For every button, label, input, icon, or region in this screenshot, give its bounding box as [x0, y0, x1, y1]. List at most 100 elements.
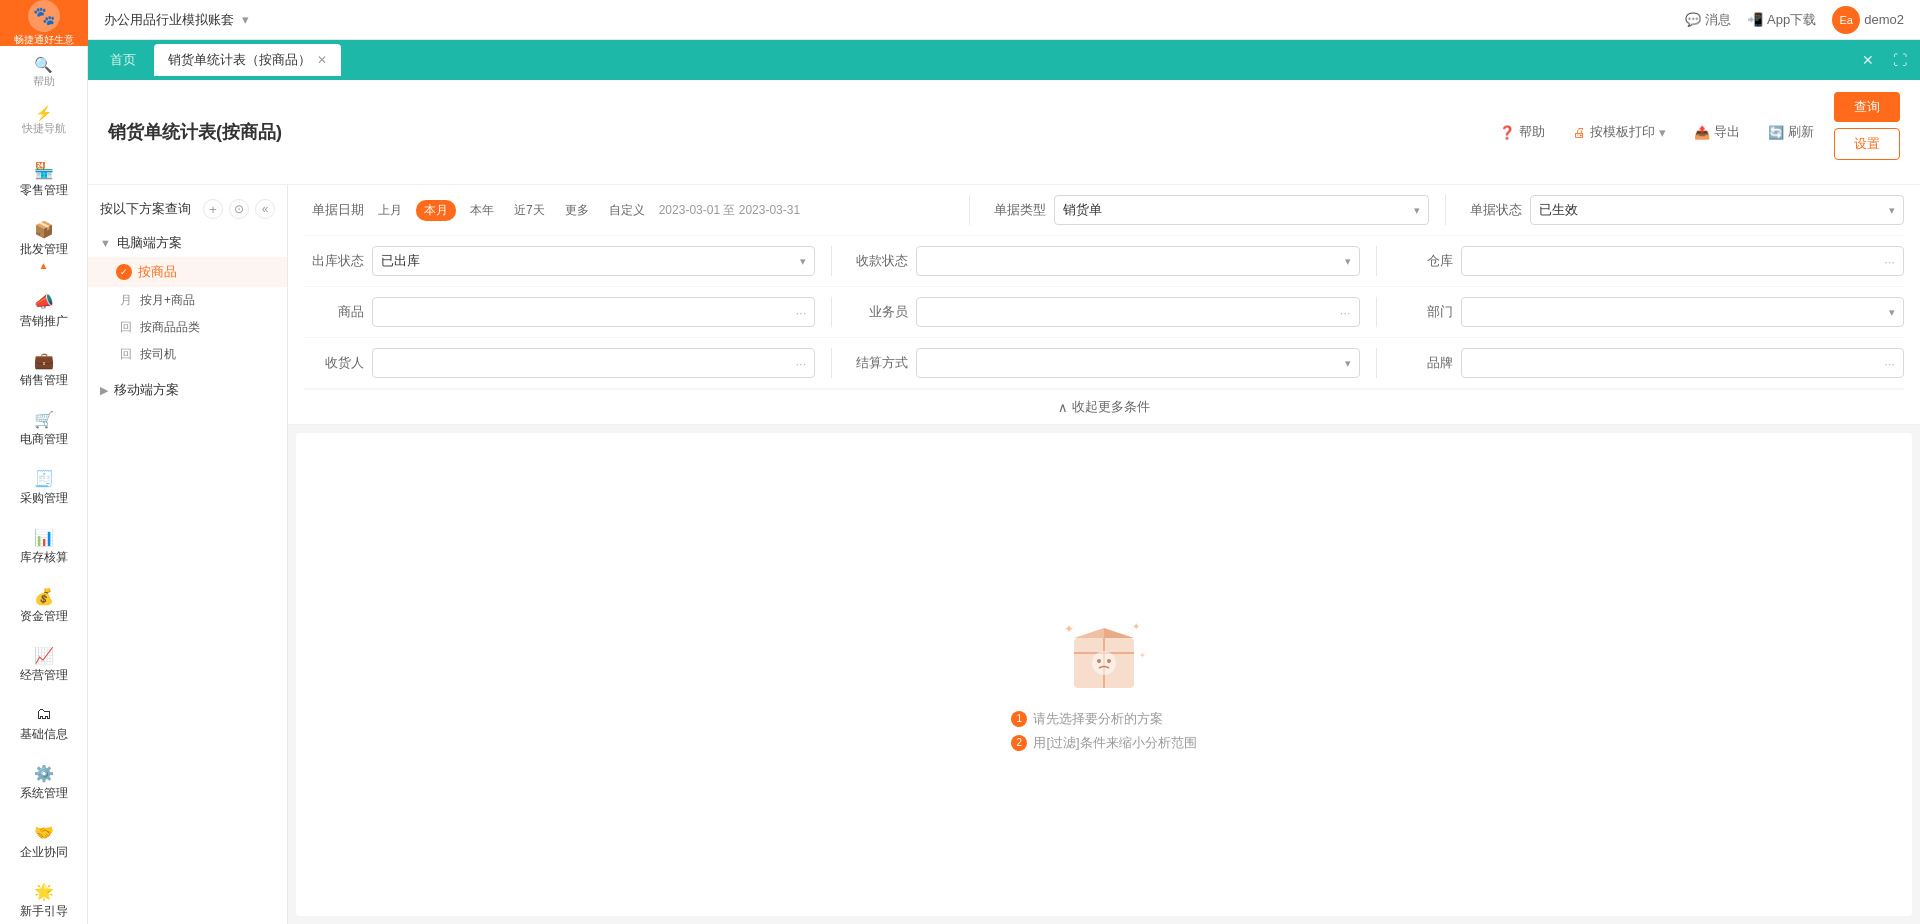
sidebar-item-guide[interactable]: 🌟 新手引导: [0, 871, 87, 924]
refresh-label: 刷新: [1788, 123, 1814, 141]
filter-input-warehouse[interactable]: ···: [1461, 246, 1904, 276]
export-label: 导出: [1714, 123, 1740, 141]
app-download-btn[interactable]: 📲 App下载: [1747, 11, 1816, 29]
filter-row-1: 单据日期 上月 本月 本年 近7天 更多 自定义 2023-03-01 至 20…: [304, 185, 1904, 236]
sidebar-item-wholesale[interactable]: 📦 批发管理 ▲: [0, 209, 87, 281]
filter-label-docstatus: 单据状态: [1462, 201, 1522, 219]
filter-dept-arrow: ▾: [1889, 306, 1895, 319]
tab-sales-stat[interactable]: 销货单统计表（按商品） ✕: [154, 44, 341, 76]
filter-label-doctype: 单据类型: [986, 201, 1046, 219]
export-btn[interactable]: 📤 导出: [1686, 119, 1748, 145]
refresh-btn[interactable]: 🔄 刷新: [1760, 119, 1822, 145]
workspace-dropdown-icon[interactable]: ▾: [242, 12, 249, 27]
filter-item-receiver: 收货人 ···: [304, 348, 815, 378]
filter-sep-1: [969, 195, 970, 225]
filter-sep-3: [831, 246, 832, 276]
topbar-right: 💬 消息 📲 App下载 Ea demo2: [1685, 6, 1904, 34]
filter-salesman-dots: ···: [1340, 305, 1351, 320]
scheme-item-by-month-product-label: 按月+商品: [140, 292, 195, 309]
tab-sales-stat-close[interactable]: ✕: [317, 53, 327, 67]
settings-btn[interactable]: 设置: [1834, 128, 1900, 160]
scheme-item-by-product-icon: ✓: [116, 264, 132, 280]
date-shortcut-this-year[interactable]: 本年: [464, 200, 500, 221]
filter-label-settlement: 结算方式: [848, 354, 908, 372]
filter-label-date: 单据日期: [304, 201, 364, 219]
sidebar-item-system[interactable]: ⚙️ 系统管理: [0, 753, 87, 812]
empty-text: 1 请先选择要分析的方案 2 用[过滤]条件来缩小分析范围: [1011, 710, 1196, 752]
user-menu-btn[interactable]: Ea demo2: [1832, 6, 1904, 34]
sidebar-item-wholesale-label: 批发管理: [20, 241, 68, 258]
tab-bar: 首页 销货单统计表（按商品） ✕ ✕ ⛶: [88, 40, 1920, 80]
scheme-item-by-month-product[interactable]: 月 按月+商品: [88, 287, 287, 314]
workspace-title: 办公用品行业模拟账套: [104, 11, 234, 29]
sidebar: 🐾 畅捷通好生意 🔍 帮助 ⚡ 快捷导航 🏪 零售管理 📦 批发管理 ▲ 📣 营…: [0, 0, 88, 924]
filter-input-receiver[interactable]: ···: [372, 348, 815, 378]
app-logo: 🐾 畅捷通好生意: [0, 0, 88, 46]
empty-state-icon: ✦ ✦ ✦: [1044, 598, 1164, 698]
sidebar-item-enterprise[interactable]: 🤝 企业协同: [0, 812, 87, 871]
query-btn[interactable]: 查询: [1834, 92, 1900, 122]
filter-sep-7: [831, 348, 832, 378]
svg-marker-2: [1104, 628, 1134, 638]
tab-close-btn[interactable]: ✕: [1856, 48, 1880, 72]
scheme-item-by-product-label: 按商品: [138, 263, 177, 281]
date-shortcut-7days[interactable]: 近7天: [508, 200, 551, 221]
svg-text:✦: ✦: [1064, 622, 1074, 636]
scheme-group-mobile-header[interactable]: ▶ 移动端方案: [88, 376, 287, 404]
scheme-item-by-category[interactable]: 回 按商品品类: [88, 314, 287, 341]
filter-input-brand[interactable]: ···: [1461, 348, 1904, 378]
filter-input-salesman[interactable]: ···: [916, 297, 1359, 327]
sidebar-search-label: 帮助: [33, 75, 55, 87]
sidebar-item-sales[interactable]: 💼 销售管理: [0, 340, 87, 399]
svg-marker-1: [1074, 628, 1104, 638]
tab-home[interactable]: 首页: [96, 44, 150, 76]
date-shortcut-this-month[interactable]: 本月: [416, 200, 456, 221]
sidebar-quicknav[interactable]: ⚡ 快捷导航: [0, 99, 87, 142]
filter-select-dept[interactable]: ▾: [1461, 297, 1904, 327]
filter-goods-dots: ···: [795, 305, 806, 320]
date-shortcut-custom[interactable]: 自定义: [603, 200, 651, 221]
filter-select-outstatus[interactable]: 已出库 ▾: [372, 246, 815, 276]
scheme-add-btn[interactable]: +: [203, 199, 223, 219]
date-shortcut-more[interactable]: 更多: [559, 200, 595, 221]
message-btn[interactable]: 💬 消息: [1685, 11, 1731, 29]
sidebar-item-retail[interactable]: 🏪 零售管理: [0, 150, 87, 209]
sidebar-item-finance[interactable]: 💰 资金管理: [0, 576, 87, 635]
filter-brand-dots: ···: [1884, 356, 1895, 371]
filter-select-settlement[interactable]: ▾: [916, 348, 1359, 378]
svg-text:✦: ✦: [1139, 651, 1146, 660]
sidebar-item-purchase[interactable]: 🧾 采购管理: [0, 458, 87, 517]
date-shortcut-last-month[interactable]: 上月: [372, 200, 408, 221]
tab-maximize-btn[interactable]: ⛶: [1888, 48, 1912, 72]
filter-settlement-arrow: ▾: [1345, 357, 1351, 370]
filter-select-doctype[interactable]: 销货单 ▾: [1054, 195, 1429, 225]
sidebar-item-inventory[interactable]: 📊 库存核算: [0, 517, 87, 576]
scheme-group-pc-header[interactable]: ▼ 电脑端方案: [88, 229, 287, 257]
help-btn[interactable]: ❓ 帮助: [1491, 119, 1553, 145]
sidebar-search[interactable]: 🔍 帮助: [0, 46, 87, 99]
filter-item-goods: 商品 ···: [304, 297, 815, 327]
sidebar-item-marketing[interactable]: 📣 营销推广: [0, 281, 87, 340]
help-icon: ❓: [1499, 125, 1515, 140]
user-avatar: Ea: [1832, 6, 1860, 34]
filter-select-payment[interactable]: ▾: [916, 246, 1359, 276]
filter-input-goods[interactable]: ···: [372, 297, 815, 327]
sidebar-item-operation[interactable]: 📈 经营管理: [0, 635, 87, 694]
print-btn[interactable]: 🖨 按模板打印 ▾: [1565, 119, 1674, 145]
sidebar-item-basic[interactable]: 🗂 基础信息: [0, 694, 87, 753]
filter-select-docstatus[interactable]: 已生效 ▾: [1530, 195, 1905, 225]
print-label: 按模板打印: [1590, 123, 1655, 141]
filter-section: 单据日期 上月 本月 本年 近7天 更多 自定义 2023-03-01 至 20…: [288, 185, 1920, 425]
topbar: 办公用品行业模拟账套 ▾ 💬 消息 📲 App下载 Ea demo2: [88, 0, 1920, 40]
scheme-edit-btn[interactable]: ⊙: [229, 199, 249, 219]
svg-point-7: [1107, 659, 1111, 663]
scheme-item-by-product[interactable]: ✓ 按商品: [88, 257, 287, 287]
filter-label-brand: 品牌: [1393, 354, 1453, 372]
sidebar-item-ecommerce[interactable]: 🛒 电商管理: [0, 399, 87, 458]
filter-payment-arrow: ▾: [1345, 255, 1351, 268]
scheme-item-by-driver[interactable]: 回 按司机: [88, 341, 287, 368]
scheme-collapse-btn[interactable]: «: [255, 199, 275, 219]
empty-state: ✦ ✦ ✦ 1 请先选择要分析的方案 2 用[过滤]条件来缩小分析范围: [296, 433, 1912, 916]
collapse-row[interactable]: ∧ 收起更多条件: [304, 389, 1904, 424]
filter-item-dept: 部门 ▾: [1393, 297, 1904, 327]
